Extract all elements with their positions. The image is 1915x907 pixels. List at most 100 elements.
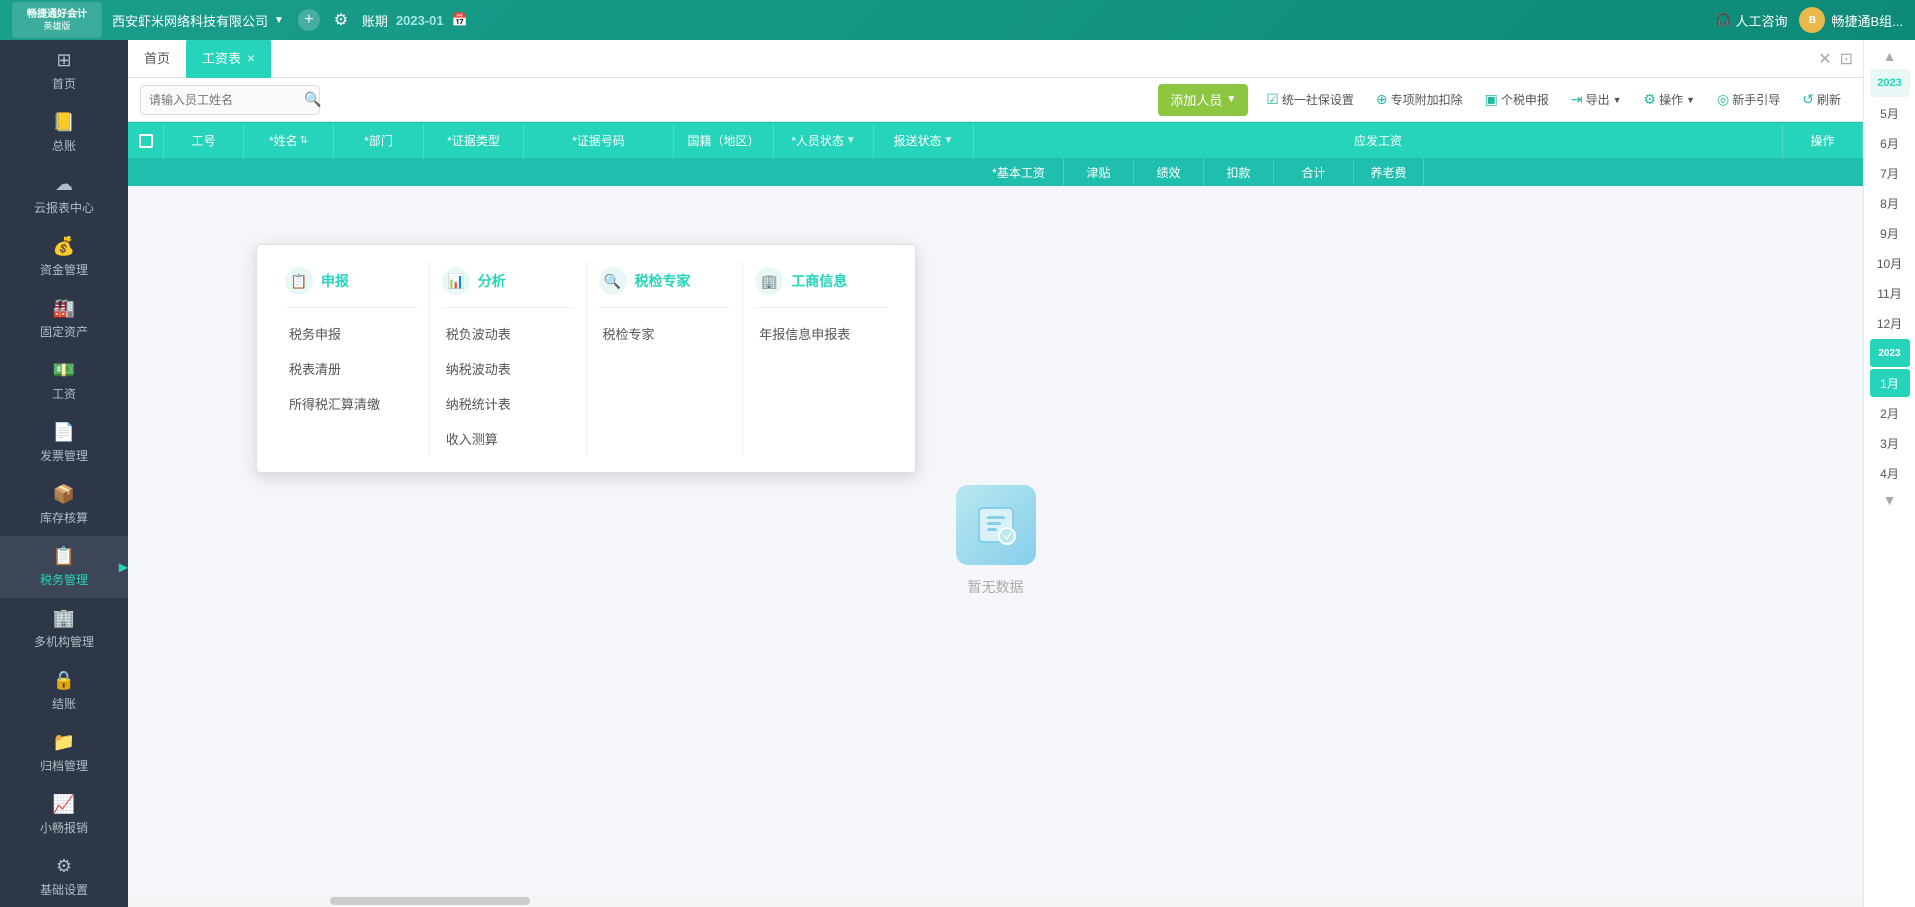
settings-icon[interactable]: ⚙	[330, 9, 352, 31]
date-panel-month-3[interactable]: 3月	[1870, 429, 1910, 457]
tax-declare-button[interactable]: ▣ 个税申报	[1475, 85, 1559, 115]
date-panel-month-6[interactable]: 6月	[1870, 129, 1910, 157]
biz-info-col-icon: 🏢	[755, 267, 783, 295]
guide-button[interactable]: ◎ 新手引导	[1707, 85, 1790, 115]
sidebar-item-inventory[interactable]: 📦 库存核算	[0, 474, 128, 536]
close-period-icon: 🔒	[53, 670, 75, 691]
date-panel-month-12[interactable]: 12月	[1870, 309, 1910, 337]
search-input-wrap[interactable]: 🔍	[140, 85, 320, 115]
menu-item-tax-stats[interactable]: 纳税统计表	[442, 386, 574, 421]
date-panel-month-4[interactable]: 4月	[1870, 459, 1910, 487]
sort-name-icon[interactable]: ⇅	[300, 135, 308, 146]
date-panel-down-button[interactable]: ▼	[1878, 488, 1902, 512]
tab-close-window-icon[interactable]: ✕	[1818, 49, 1831, 69]
horizontal-scrollbar[interactable]	[128, 895, 1863, 907]
dropdown-col-analysis: 📊 分析 税负波动表 纳税波动表 纳税统计表 收入	[430, 261, 587, 456]
filter-report-icon[interactable]: ▼	[944, 135, 954, 146]
content-area: 首页 工资表 × ✕ ⊡ 🔍 添加人员 ▼ ☑	[128, 40, 1863, 907]
date-panel-year-2023-label: 2023	[1870, 69, 1910, 97]
sidebar-item-home[interactable]: ⊞ 首页	[0, 40, 128, 102]
special-deduct-button[interactable]: ⊕ 专项附加扣除	[1366, 85, 1473, 115]
sidebar-item-invoice[interactable]: 📄 发票管理	[0, 412, 128, 474]
app-logo: 畅捷通好会计 英雄版	[12, 2, 102, 38]
menu-item-income-tax-clear[interactable]: 所得税汇算清缴	[285, 386, 417, 421]
operations-button[interactable]: ⚙ 操作 ▼	[1634, 85, 1706, 115]
date-panel-up-button[interactable]: ▲	[1878, 44, 1902, 68]
th-region: 国籍（地区）	[674, 123, 774, 158]
toolbar-actions: ☑ 统一社保设置 ⊕ 专项附加扣除 ▣ 个税申报 ⇥ 导出 ▼ ⚙	[1256, 85, 1851, 115]
menu-item-tax-expert[interactable]: 税检专家	[599, 316, 731, 351]
menu-item-tax-form[interactable]: 税表清册	[285, 351, 417, 386]
basic-settings-icon: ⚙	[56, 856, 72, 877]
menu-item-tax-payment-wave[interactable]: 纳税波动表	[442, 351, 574, 386]
user-menu[interactable]: B 畅捷通B组...	[1799, 7, 1903, 33]
date-panel-month-11[interactable]: 11月	[1870, 279, 1910, 307]
date-panel: ▲ 2023 5月 6月 7月 8月 9月 10月 11月 12月 2023 1…	[1863, 40, 1915, 907]
th-report: 报送状态 ▼	[874, 123, 974, 158]
date-panel-month-9[interactable]: 9月	[1870, 219, 1910, 247]
menu-item-annual-report[interactable]: 年报信息申报表	[755, 316, 887, 351]
salary-icon: 💵	[53, 360, 75, 381]
add-person-button[interactable]: 添加人员 ▼	[1158, 84, 1248, 116]
home-icon: ⊞	[56, 50, 71, 71]
menu-item-tax-wave[interactable]: 税负波动表	[442, 316, 574, 351]
search-input[interactable]	[149, 93, 304, 107]
date-panel-month-5[interactable]: 5月	[1870, 99, 1910, 127]
scrollbar-thumb[interactable]	[330, 897, 530, 905]
sidebar-item-basic-settings[interactable]: ⚙ 基础设置	[0, 846, 128, 907]
refresh-icon: ↺	[1802, 91, 1814, 108]
sidebar-item-fund[interactable]: 💰 资金管理	[0, 226, 128, 288]
date-panel-month-7[interactable]: 7月	[1870, 159, 1910, 187]
filter-status-icon[interactable]: ▼	[846, 135, 856, 146]
sidebar: ⊞ 首页 📒 总账 ☁ 云报表中心 💰 资金管理 🏭 固定	[0, 40, 128, 907]
sidebar-item-fixed-assets[interactable]: 🏭 固定资产	[0, 288, 128, 350]
export-button[interactable]: ⇥ 导出 ▼	[1561, 85, 1632, 115]
refresh-button[interactable]: ↺ 刷新	[1792, 85, 1851, 115]
th-basic: *基本工资	[974, 158, 1064, 186]
tax-menu-dropdown: 📋 申报 税务申报 税表清册 所得税汇算清缴	[256, 244, 916, 473]
th-checkbox[interactable]	[128, 123, 164, 158]
declare-col-icon: 📋	[285, 267, 313, 295]
add-company-button[interactable]: +	[298, 9, 320, 31]
tab-home[interactable]: 首页	[128, 40, 186, 78]
dropdown-col-header-analysis: 📊 分析	[442, 261, 574, 308]
menu-item-tax-declare[interactable]: 税务申报	[285, 316, 417, 351]
sidebar-item-archive[interactable]: 📁 归档管理	[0, 722, 128, 784]
menu-item-income-calc[interactable]: 收入测算	[442, 421, 574, 456]
th-status: *人员状态 ▼	[774, 123, 874, 158]
guide-btn-icon: ◎	[1717, 91, 1729, 108]
tab-salary[interactable]: 工资表 ×	[186, 40, 271, 78]
th-id: 工号	[164, 123, 244, 158]
tab-close-icon[interactable]: ×	[247, 51, 255, 65]
sidebar-item-cloud-report[interactable]: ☁ 云报表中心	[0, 164, 128, 226]
toolbar: 🔍 添加人员 ▼ ☑ 统一社保设置 ⊕ 专项附加扣除 ▣ 个税申报	[128, 78, 1863, 122]
calendar-icon[interactable]: 📅	[452, 12, 468, 28]
search-icon: 🔍	[304, 91, 321, 108]
th-name: *姓名 ⇅	[244, 123, 334, 158]
support-button[interactable]: 🎧 人工咨询	[1715, 11, 1787, 30]
date-panel-month-2[interactable]: 2月	[1870, 399, 1910, 427]
date-panel-month-1-active[interactable]: 1月	[1870, 369, 1910, 397]
sidebar-item-ledger[interactable]: 📒 总账	[0, 102, 128, 164]
date-panel-month-8[interactable]: 8月	[1870, 189, 1910, 217]
th-dept: *部门	[334, 123, 424, 158]
date-panel-year-current-label: 2023	[1870, 339, 1910, 367]
th-allowance: 津贴	[1064, 158, 1134, 186]
empty-state-icon	[956, 485, 1036, 565]
sidebar-item-tax-mgmt[interactable]: 📋 税务管理 ▶	[0, 536, 128, 598]
social-security-button[interactable]: ☑ 统一社保设置	[1256, 85, 1364, 115]
date-panel-month-10[interactable]: 10月	[1870, 249, 1910, 277]
tab-restore-icon[interactable]: ⊡	[1840, 49, 1853, 69]
add-person-dropdown-arrow: ▼	[1226, 94, 1236, 105]
main-layout: ⊞ 首页 📒 总账 ☁ 云报表中心 💰 资金管理 🏭 固定	[0, 40, 1915, 907]
sidebar-item-salary[interactable]: 💵 工资	[0, 350, 128, 412]
operations-dropdown-arrow: ▼	[1686, 95, 1695, 105]
tab-bar: 首页 工资表 × ✕ ⊡	[128, 40, 1863, 78]
inventory-icon: 📦	[53, 484, 75, 505]
sidebar-item-report-sales[interactable]: 📈 小畅报销	[0, 784, 128, 846]
export-dropdown-arrow: ▼	[1613, 95, 1622, 105]
sidebar-item-multi-org[interactable]: 🏢 多机构管理	[0, 598, 128, 660]
tax-declare-icon: ▣	[1485, 91, 1498, 108]
company-selector[interactable]: 西安虾米网络科技有限公司 ▼	[112, 11, 284, 30]
sidebar-item-close-period[interactable]: 🔒 结账	[0, 660, 128, 722]
